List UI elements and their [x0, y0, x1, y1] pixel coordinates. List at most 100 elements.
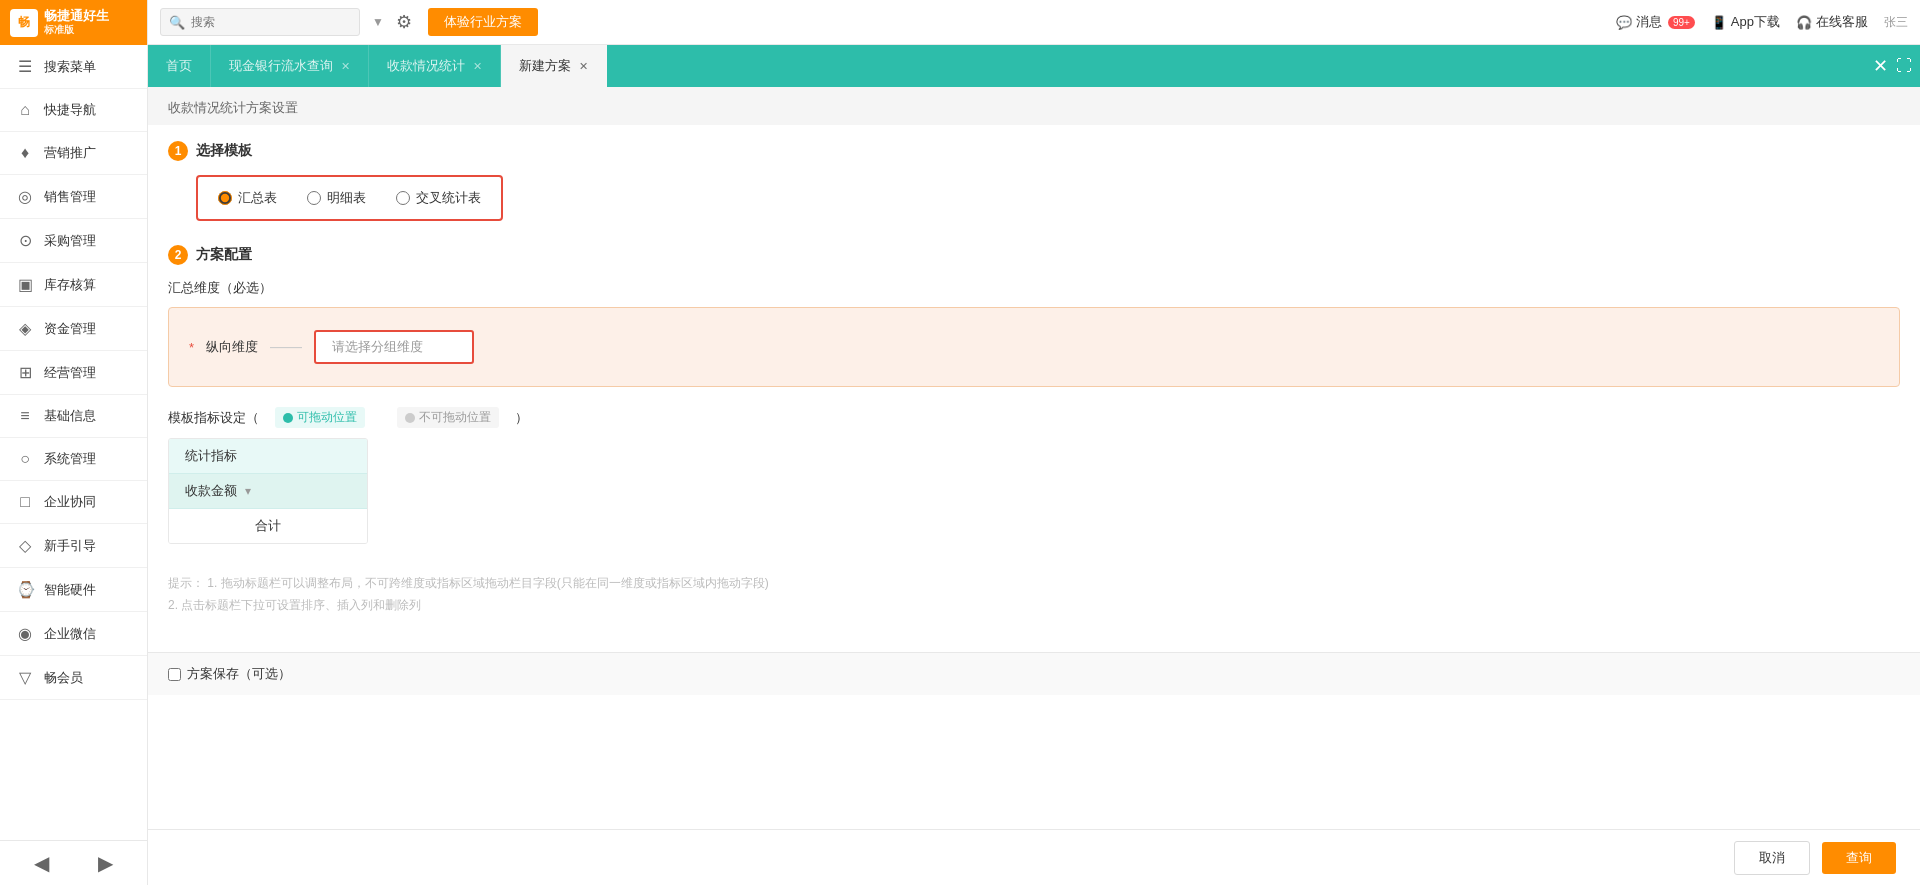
maximize-icon[interactable]: ⛶ — [1896, 57, 1912, 75]
tab-bank-flow-label: 现金银行流水查询 — [229, 57, 333, 75]
sidebar-item-guide[interactable]: ◇新手引导 — [0, 524, 147, 568]
app-download-label: App下载 — [1731, 13, 1780, 31]
sidebar-item-purchase[interactable]: ⊙采购管理 — [0, 219, 147, 263]
sidebar-marketing-icon: ♦ — [16, 144, 34, 162]
industry-solution-button[interactable]: 体验行业方案 — [428, 8, 538, 36]
user-name[interactable]: 张三 — [1884, 14, 1908, 31]
sidebar-item-smart-hw[interactable]: ⌚ 智能硬件 — [0, 568, 147, 612]
metrics-label-text: 模板指标设定（ — [168, 409, 259, 427]
tag-fixed-label: 不可拖动位置 — [419, 409, 491, 426]
sidebar-sales-label: 销售管理 — [44, 188, 96, 206]
sidebar-next-icon[interactable]: ▶ — [98, 851, 113, 875]
dimension-area: * 纵向维度 —— 请选择分组维度 — [168, 307, 1900, 387]
save-checkbox-label[interactable]: 方案保存（可选） — [168, 665, 291, 683]
sidebar-inventory-icon: ▣ — [16, 275, 34, 294]
cancel-button[interactable]: 取消 — [1734, 841, 1810, 875]
sidebar-item-system[interactable]: ○系统管理 — [0, 438, 147, 481]
sidebar-marketing-label: 营销推广 — [44, 144, 96, 162]
tab-bank-flow[interactable]: 现金银行流水查询 ✕ — [211, 45, 369, 87]
step2-num: 2 — [168, 245, 188, 265]
col-dropdown-arrow[interactable]: ▾ — [245, 484, 251, 498]
radio-summary[interactable]: 汇总表 — [218, 189, 277, 207]
sidebar-purchase-label: 采购管理 — [44, 232, 96, 250]
message-item[interactable]: 💬 消息 99+ — [1616, 13, 1695, 31]
topbar-search-box[interactable]: 🔍 — [160, 8, 360, 36]
sidebar-item-quick-nav[interactable]: ⌂ 快捷导航 — [0, 89, 147, 132]
sidebar-item-member[interactable]: ▽畅会员 — [0, 656, 147, 700]
tab-home[interactable]: 首页 — [148, 45, 211, 87]
sidebar-smart-hw-icon: ⌚ — [16, 580, 34, 599]
tabbar: 首页 现金银行流水查询 ✕ 收款情况统计 ✕ 新建方案 ✕ ✕ ⛶ — [148, 45, 1920, 87]
app-download-item[interactable]: 📱 App下载 — [1711, 13, 1780, 31]
radio-detail[interactable]: 明细表 — [307, 189, 366, 207]
tips-section: 提示： 1. 拖动标题栏可以调整布局，不可跨维度或指标区域拖动栏目字段(只能在同… — [168, 557, 1900, 632]
dimension-arrow: —— — [270, 338, 302, 356]
step2-header: 2 方案配置 — [168, 237, 1900, 265]
sidebar-menu: ☰搜索菜单 ⌂ 快捷导航 ♦ 营销推广 ◎ 销售管理 ⊙采购管理 ▣ 库存核算 ◈资金管理⊞经营管理… — [0, 45, 147, 840]
sidebar-item-basic-info[interactable]: ≡ 基础信息 — [0, 395, 147, 438]
tab-collection-stat-label: 收款情况统计 — [387, 57, 465, 75]
sidebar-quick-nav-label: 快捷导航 — [44, 101, 96, 119]
sidebar-item-sales[interactable]: ◎ 销售管理 — [0, 175, 147, 219]
main-area: 🔍 ▼ ⚙ 体验行业方案 💬 消息 99+ 📱 App下载 🎧 在线客服 张三 — [148, 0, 1920, 885]
tip-text-2: 2. 点击标题栏下拉可设置排序、插入列和删除列 — [168, 595, 1900, 617]
sidebar-basic-info-label: 基础信息 — [44, 407, 96, 425]
step2-section: 2 方案配置 汇总维度（必选） * 纵向维度 —— 请选择分组维度 — [148, 237, 1920, 652]
tag-draggable: 可拖动位置 — [275, 407, 365, 428]
sidebar-wechat-icon: ◉ — [16, 624, 34, 643]
sidebar-smart-hw-label: 智能硬件 — [44, 581, 96, 599]
sidebar-inventory-label: 库存核算 — [44, 276, 96, 294]
metrics-label: 模板指标设定（ 可拖动位置 不可拖动位置 ） — [168, 407, 1900, 428]
tab-collection-stat[interactable]: 收款情况统计 ✕ — [369, 45, 501, 87]
sidebar-sales-icon: ◎ — [16, 187, 34, 206]
template-options: 汇总表 明细表 交叉统计表 — [196, 175, 503, 221]
tip1-content: 1. 拖动标题栏可以调整布局，不可跨维度或指标区域拖动栏目字段(只能在同一维度或… — [207, 576, 768, 590]
tab-new-plan[interactable]: 新建方案 ✕ — [501, 45, 607, 87]
dimension-title: 汇总维度（必选） — [168, 279, 1900, 297]
sidebar-item-search-menu[interactable]: ☰搜索菜单 — [0, 45, 147, 89]
logo-icon: 畅 — [10, 9, 38, 37]
tag-draggable-label: 可拖动位置 — [297, 409, 357, 426]
online-service-item[interactable]: 🎧 在线客服 — [1796, 13, 1868, 31]
tag-draggable-dot — [283, 413, 293, 423]
sidebar-item-marketing[interactable]: ♦ 营销推广 — [0, 132, 147, 175]
tip-prefix: 提示： — [168, 576, 204, 590]
metrics-col-header[interactable]: 收款金额 ▾ — [169, 474, 367, 509]
sidebar-prev-icon[interactable]: ◀ — [34, 851, 49, 875]
settings-icon[interactable]: ⚙ — [396, 11, 412, 33]
tabbar-controls: ✕ ⛶ — [1873, 55, 1920, 77]
content-inner: 收款情况统计方案设置 1 选择模板 汇总表 明细表 — [148, 87, 1920, 829]
tag-fixed-dot — [405, 413, 415, 423]
step1-label: 选择模板 — [196, 142, 252, 160]
sidebar-item-finance[interactable]: ◈资金管理 — [0, 307, 147, 351]
dimension-name-label: 纵向维度 — [206, 338, 258, 356]
tab-collection-stat-close[interactable]: ✕ — [473, 60, 482, 73]
tab-bank-flow-close[interactable]: ✕ — [341, 60, 350, 73]
topbar-dropdown-arrow[interactable]: ▼ — [372, 15, 384, 29]
query-button[interactable]: 查询 — [1822, 842, 1896, 874]
close-window-icon[interactable]: ✕ — [1873, 55, 1888, 77]
save-checkbox[interactable] — [168, 668, 181, 681]
sidebar-item-enterprise[interactable]: □企业协同 — [0, 481, 147, 524]
search-input[interactable] — [191, 15, 351, 29]
sidebar-operation-icon: ⊞ — [16, 363, 34, 382]
online-service-label: 在线客服 — [1816, 13, 1868, 31]
sidebar-item-wechat[interactable]: ◉企业微信 — [0, 612, 147, 656]
sidebar-quick-nav-icon: ⌂ — [16, 101, 34, 119]
sidebar-guide-icon: ◇ — [16, 536, 34, 555]
dimension-section: 汇总维度（必选） * 纵向维度 —— 请选择分组维度 — [168, 279, 1900, 387]
sidebar-search-menu-icon: ☰ — [16, 57, 34, 76]
sidebar: 畅 畅捷通好生 标准版 ☰搜索菜单⌂快捷导航♦营销推广◎销售管理⊙采购管理▣库存… — [0, 0, 148, 885]
sidebar-item-operation[interactable]: ⊞经营管理 — [0, 351, 147, 395]
sidebar-basic-info-icon: ≡ — [16, 407, 34, 425]
metrics-header-label: 统计指标 — [185, 447, 237, 465]
sidebar-item-inventory[interactable]: ▣ 库存核算 — [0, 263, 147, 307]
dimension-select-box[interactable]: 请选择分组维度 — [314, 330, 474, 364]
radio-cross[interactable]: 交叉统计表 — [396, 189, 481, 207]
tab-new-plan-close[interactable]: ✕ — [579, 60, 588, 73]
metrics-table: 统计指标 收款金额 ▾ 合计 — [168, 438, 368, 544]
step1-section: 1 选择模板 汇总表 明细表 交叉统计表 — [148, 125, 1920, 237]
content-area: 收款情况统计方案设置 1 选择模板 汇总表 明细表 — [148, 87, 1920, 885]
sidebar-system-icon: ○ — [16, 450, 34, 468]
search-icon: 🔍 — [169, 15, 185, 30]
